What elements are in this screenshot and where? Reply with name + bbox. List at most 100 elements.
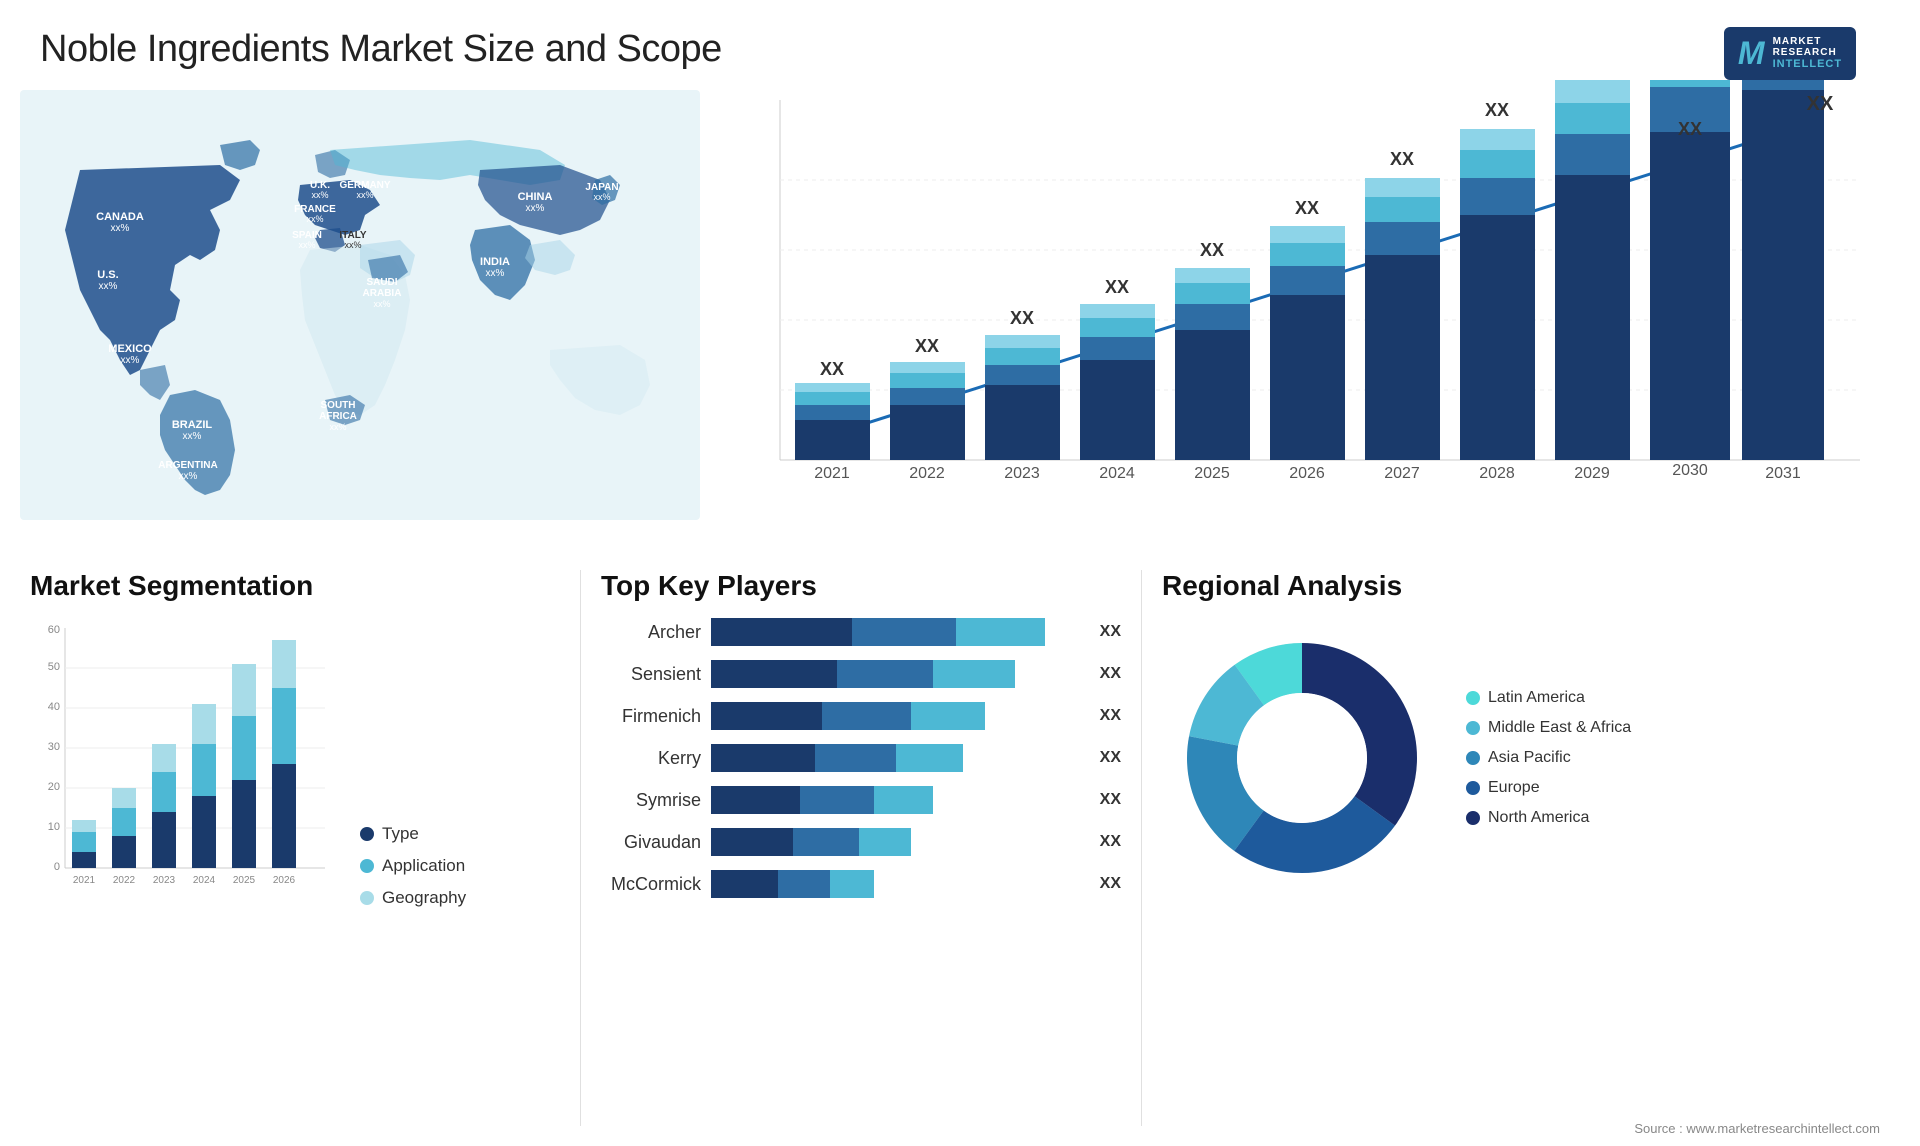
- bar-seg3: [911, 702, 985, 730]
- svg-text:2023: 2023: [1004, 465, 1040, 482]
- player-value-firmenich: XX: [1100, 707, 1121, 725]
- player-name-mccormick: McCormick: [601, 874, 701, 895]
- asia-pacific-dot: [1466, 751, 1480, 765]
- svg-text:20: 20: [48, 781, 60, 793]
- svg-text:2024: 2024: [193, 875, 216, 886]
- segmentation-legend: Type Application Geography: [360, 824, 466, 908]
- svg-text:XX: XX: [915, 336, 939, 356]
- svg-text:2023: 2023: [153, 875, 176, 886]
- players-title: Top Key Players: [601, 570, 1121, 602]
- svg-text:XX: XX: [1010, 308, 1034, 328]
- svg-text:xx%: xx%: [356, 190, 373, 200]
- svg-text:2030: 2030: [1672, 462, 1708, 479]
- legend-application: Application: [360, 856, 466, 876]
- mea-label: Middle East & Africa: [1488, 719, 1631, 737]
- application-label: Application: [382, 856, 465, 876]
- svg-text:2026: 2026: [273, 875, 296, 886]
- svg-text:INDIA: INDIA: [480, 256, 510, 268]
- legend-mea: Middle East & Africa: [1466, 719, 1631, 737]
- bar-seg3: [874, 786, 933, 814]
- svg-text:XX: XX: [1807, 93, 1834, 115]
- legend-latin-america: Latin America: [1466, 689, 1631, 707]
- player-value-sensient: XX: [1100, 665, 1121, 683]
- donut-area: Latin America Middle East & Africa Asia …: [1162, 618, 1900, 898]
- logo: M MARKET RESEARCH INTELLECT: [1700, 18, 1880, 88]
- legend-north-america: North America: [1466, 809, 1631, 827]
- svg-text:XX: XX: [1678, 119, 1702, 139]
- bar-chart-svg: XX 2021 XX 2022 XX 2023 XX 2024 XX 2025: [720, 80, 1880, 540]
- svg-text:xx%: xx%: [593, 192, 610, 202]
- svg-text:XX: XX: [1200, 240, 1224, 260]
- svg-text:2024: 2024: [1099, 465, 1135, 482]
- logo-text: MARKET RESEARCH INTELLECT: [1773, 36, 1843, 70]
- player-bar-symrise: [711, 786, 1082, 814]
- player-bar-mccormick: [711, 870, 1082, 898]
- bar-seg3: [859, 828, 911, 856]
- regional-title: Regional Analysis: [1162, 570, 1900, 602]
- svg-text:SOUTH: SOUTH: [321, 400, 356, 411]
- bar-seg3: [830, 870, 874, 898]
- segmentation-section: Market Segmentation 0 10 20 30 40 50 60: [0, 550, 580, 1146]
- player-name-sensient: Sensient: [601, 664, 701, 685]
- player-firmenich: Firmenich XX: [601, 702, 1121, 730]
- segmentation-title: Market Segmentation: [30, 570, 550, 602]
- player-name-firmenich: Firmenich: [601, 706, 701, 727]
- bar-seg1: [711, 870, 778, 898]
- bar-seg3: [933, 660, 1015, 688]
- latin-america-dot: [1466, 691, 1480, 705]
- svg-text:BRAZIL: BRAZIL: [172, 419, 213, 431]
- svg-text:2021: 2021: [73, 875, 96, 886]
- svg-text:50: 50: [48, 661, 60, 673]
- player-bar-kerry: [711, 744, 1082, 772]
- svg-text:60: 60: [48, 624, 60, 636]
- svg-text:xx%: xx%: [329, 422, 346, 432]
- svg-text:0: 0: [54, 861, 60, 873]
- bar-seg1: [711, 702, 822, 730]
- svg-text:CHINA: CHINA: [518, 191, 553, 203]
- svg-text:2021: 2021: [814, 465, 850, 482]
- bar-seg2: [822, 702, 911, 730]
- type-label: Type: [382, 824, 419, 844]
- bar-seg3: [956, 618, 1045, 646]
- legend-type: Type: [360, 824, 466, 844]
- player-bar-sensient: [711, 660, 1082, 688]
- svg-text:XX: XX: [820, 359, 844, 379]
- map-svg: CANADA xx% U.S. xx% MEXICO xx% BRAZIL xx…: [20, 90, 700, 520]
- svg-text:SAUDI: SAUDI: [366, 277, 397, 288]
- player-value-mccormick: XX: [1100, 875, 1121, 893]
- svg-text:XX: XX: [1105, 277, 1129, 297]
- geography-label: Geography: [382, 888, 466, 908]
- svg-text:2025: 2025: [233, 875, 256, 886]
- player-name-archer: Archer: [601, 622, 701, 643]
- legend-europe: Europe: [1466, 779, 1631, 797]
- north-america-label: North America: [1488, 809, 1589, 827]
- bar-seg2: [837, 660, 933, 688]
- bar-seg2: [800, 786, 874, 814]
- latin-america-label: Latin America: [1488, 689, 1585, 707]
- svg-text:xx%: xx%: [111, 223, 130, 234]
- player-givaudan: Givaudan XX: [601, 828, 1121, 856]
- svg-text:XX: XX: [1390, 149, 1414, 169]
- source-text: Source : www.marketresearchintellect.com: [1634, 1121, 1880, 1136]
- donut-chart: [1162, 618, 1442, 898]
- player-sensient: Sensient XX: [601, 660, 1121, 688]
- player-symrise: Symrise XX: [601, 786, 1121, 814]
- bar-seg1: [711, 660, 837, 688]
- player-value-symrise: XX: [1100, 791, 1121, 809]
- type-dot: [360, 827, 374, 841]
- player-archer: Archer XX: [601, 618, 1121, 646]
- segmentation-chart: 0 10 20 30 40 50 60 2021: [30, 618, 330, 908]
- bar-seg1: [711, 744, 815, 772]
- svg-text:MEXICO: MEXICO: [108, 343, 152, 355]
- legend-geography: Geography: [360, 888, 466, 908]
- geography-dot: [360, 891, 374, 905]
- bar-seg3: [896, 744, 963, 772]
- bar-seg2: [793, 828, 860, 856]
- svg-text:xx%: xx%: [344, 240, 361, 250]
- svg-text:xx%: xx%: [373, 299, 390, 309]
- players-section: Top Key Players Archer XX Sensient XX Fi…: [581, 550, 1141, 1146]
- player-value-givaudan: XX: [1100, 833, 1121, 851]
- bar-seg2: [778, 870, 830, 898]
- svg-text:xx%: xx%: [306, 214, 323, 224]
- asia-pacific-label: Asia Pacific: [1488, 749, 1571, 767]
